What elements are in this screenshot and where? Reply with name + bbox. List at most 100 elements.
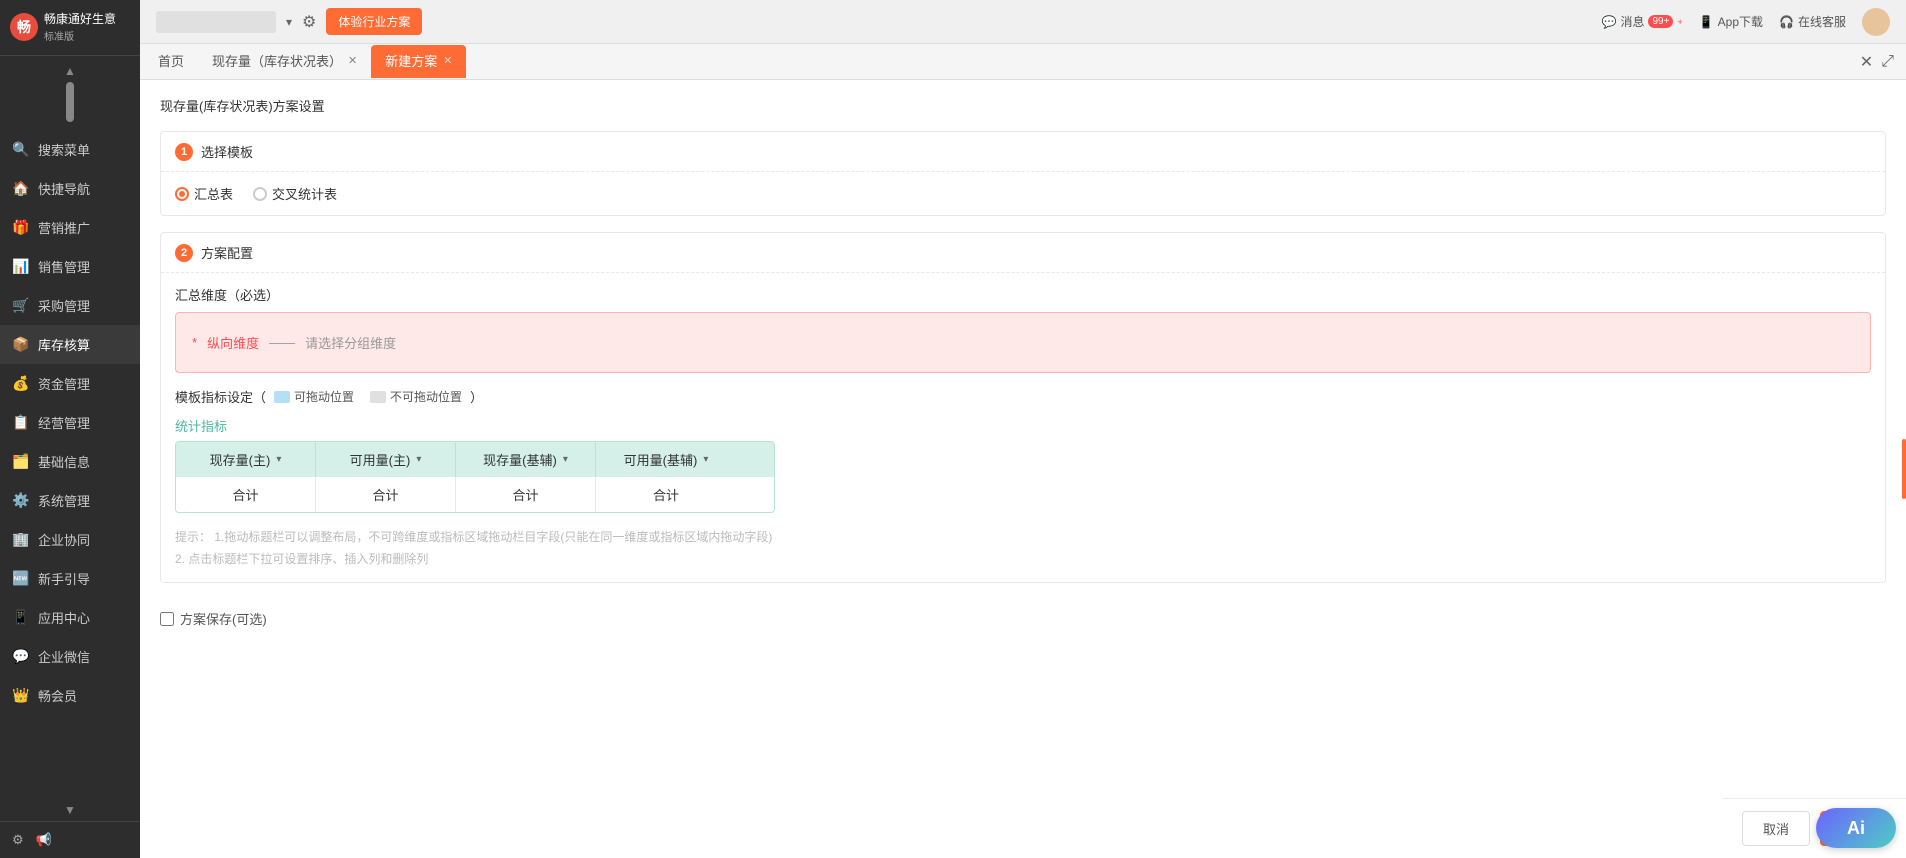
sidebar-item-label: 系统管理	[38, 491, 90, 510]
sidebar-item-system[interactable]: ⚙️ 系统管理	[0, 481, 140, 520]
sidebar-nav: 🔍 搜索菜单 🏠 快捷导航 🎁 营销推广 📊 销售管理 🛒 采购管理 📦 库存核…	[0, 130, 140, 799]
radio-crosstab-label: 交叉统计表	[272, 184, 337, 203]
chevron-down-icon-3[interactable]: ▾	[703, 454, 708, 465]
stats-col-current-aux[interactable]: 现存量(基辅) ▾	[456, 442, 596, 477]
stats-section-title: 统计指标	[175, 416, 1871, 435]
indicator-label-text: 模板指标设定（	[175, 387, 266, 406]
messages-plus: +	[1677, 17, 1682, 27]
dim-label: 汇总维度（必选）	[175, 285, 1871, 304]
stats-body-cell-2: 合计	[456, 477, 596, 512]
headset-icon: 🎧	[1779, 15, 1794, 29]
scroll-up-icon[interactable]: ▲	[64, 64, 76, 78]
stats-body-cell-3: 合计	[596, 477, 736, 512]
radio-summary-circle	[175, 187, 189, 201]
app-download-label: App下载	[1718, 13, 1763, 30]
dropdown-icon[interactable]: ▾	[286, 15, 292, 29]
search-icon: 🔍	[12, 140, 30, 158]
sidebar-item-sales[interactable]: 📊 销售管理	[0, 247, 140, 286]
sidebar-bottom[interactable]: ⚙ 📢	[0, 821, 140, 858]
section1-badge: 1	[175, 143, 193, 161]
tab-close-icon[interactable]: ✕	[1860, 52, 1873, 72]
sidebar-item-basic-info[interactable]: 🗂️ 基础信息	[0, 442, 140, 481]
legend-fixed-box	[370, 391, 386, 403]
industry-btn[interactable]: 体验行业方案	[326, 8, 422, 35]
dim-placeholder: 请选择分组维度	[305, 333, 396, 352]
cancel-button[interactable]: 取消	[1742, 811, 1810, 846]
stats-col-available-aux[interactable]: 可用量(基辅) ▾	[596, 442, 736, 477]
chart-icon: 📊	[12, 257, 30, 275]
app-download-item[interactable]: 📱 App下载	[1699, 13, 1763, 30]
section2-body: 汇总维度（必选） * 纵向维度 —— 请选择分组维度 模板指标设定（	[161, 273, 1885, 582]
legend-draggable-box	[274, 391, 290, 403]
radio-crosstab[interactable]: 交叉统计表	[253, 184, 337, 203]
radio-summary[interactable]: 汇总表	[175, 184, 233, 203]
sidebar-item-label: 企业微信	[38, 647, 90, 666]
chevron-down-icon-1[interactable]: ▾	[416, 454, 421, 465]
tab-new-scheme-close-icon[interactable]: ✕	[443, 54, 452, 67]
save-checkbox[interactable]	[160, 612, 174, 626]
new-icon: 🆕	[12, 569, 30, 587]
sidebar-item-marketing[interactable]: 🎁 营销推广	[0, 208, 140, 247]
tabs-controls: ✕ ⤢	[1860, 52, 1902, 72]
sidebar-item-purchase[interactable]: 🛒 采购管理	[0, 286, 140, 325]
page-title: 现存量(库存状况表)方案设置	[160, 96, 1886, 115]
tab-expand-icon[interactable]: ⤢	[1881, 53, 1894, 71]
tab-home-label: 首页	[158, 51, 184, 70]
sidebar-item-operations[interactable]: 📋 经营管理	[0, 403, 140, 442]
customer-service-item[interactable]: 🎧 在线客服	[1779, 13, 1846, 30]
legend-fixed: 不可拖动位置	[370, 388, 462, 405]
app-name: 畅康通好生意	[44, 12, 116, 28]
cart-icon: 🛒	[12, 296, 30, 314]
chevron-down-icon-2[interactable]: ▾	[563, 454, 568, 465]
tip-2: 2. 点击标题栏下拉可设置排序、插入列和删除列	[175, 549, 1871, 571]
sidebar-scroll-bottom[interactable]: ▼	[0, 799, 140, 821]
sidebar-item-wechat[interactable]: 💬 企业微信	[0, 637, 140, 676]
sidebar-item-finance[interactable]: 💰 资金管理	[0, 364, 140, 403]
messages-item[interactable]: 💬 消息 99+ +	[1602, 13, 1683, 30]
dim-label-text: 汇总维度（必选）	[175, 288, 279, 303]
sidebar-item-inventory[interactable]: 📦 库存核算	[0, 325, 140, 364]
sidebar-item-label: 畅会员	[38, 686, 77, 705]
sidebar-item-label: 新手引导	[38, 569, 90, 588]
content-area: 现存量(库存状况表)方案设置 1 选择模板 汇总表 交叉统计表	[140, 80, 1906, 858]
tabs-bar: 首页 现存量（库存状况表） ✕ 新建方案 ✕ ✕ ⤢	[140, 44, 1906, 80]
settings-icon[interactable]: ⚙	[12, 832, 24, 848]
template-radio-group: 汇总表 交叉统计表	[175, 184, 1871, 203]
tab-inventory-status[interactable]: 现存量（库存状况表） ✕	[198, 45, 371, 78]
tab-home[interactable]: 首页	[144, 45, 198, 78]
customer-service-label: 在线客服	[1798, 13, 1846, 30]
ai-badge[interactable]: Ai	[1816, 808, 1896, 848]
search-input[interactable]	[156, 11, 276, 33]
stats-col-current-main[interactable]: 现存量(主) ▾	[176, 442, 316, 477]
section1-body: 汇总表 交叉统计表	[161, 172, 1885, 215]
stats-col-current-aux-label: 现存量(基辅)	[483, 450, 557, 469]
sidebar-item-label: 销售管理	[38, 257, 90, 276]
sidebar-item-quick-nav[interactable]: 🏠 快捷导航	[0, 169, 140, 208]
sidebar-scroll-top[interactable]: ▲	[0, 56, 140, 130]
sidebar-item-app-center[interactable]: 📱 应用中心	[0, 598, 140, 637]
tab-new-scheme[interactable]: 新建方案 ✕	[371, 45, 466, 78]
sidebar-item-search[interactable]: 🔍 搜索菜单	[0, 130, 140, 169]
scroll-down-icon[interactable]: ▼	[64, 803, 76, 817]
sidebar-item-new-guide[interactable]: 🆕 新手引导	[0, 559, 140, 598]
sidebar-item-label: 基础信息	[38, 452, 90, 471]
sidebar-item-enterprise[interactable]: 🏢 企业协同	[0, 520, 140, 559]
chevron-down-icon-0[interactable]: ▾	[276, 454, 281, 465]
speaker-icon[interactable]: 📢	[36, 832, 52, 848]
indicator-suffix: ）	[470, 387, 483, 406]
stats-body-cell-0: 合计	[176, 477, 316, 512]
dim-box[interactable]: * 纵向维度 —— 请选择分组维度	[175, 312, 1871, 373]
tab-inventory-label: 现存量（库存状况表）	[212, 51, 342, 70]
sidebar-item-member[interactable]: 👑 畅会员	[0, 676, 140, 715]
section2-badge: 2	[175, 244, 193, 262]
app-edition: 标准版	[44, 28, 116, 43]
stats-col-available-aux-label: 可用量(基辅)	[624, 450, 698, 469]
building-icon: 🏢	[12, 530, 30, 548]
stats-col-current-main-label: 现存量(主)	[210, 450, 271, 469]
user-avatar[interactable]	[1862, 8, 1890, 36]
topbar-right: 💬 消息 99+ + 📱 App下载 🎧 在线客服	[1602, 8, 1890, 36]
radio-crosstab-circle	[253, 187, 267, 201]
tab-inventory-close-icon[interactable]: ✕	[348, 54, 357, 67]
stats-col-available-main[interactable]: 可用量(主) ▾	[316, 442, 456, 477]
topbar-gear-icon[interactable]: ⚙	[302, 12, 316, 32]
